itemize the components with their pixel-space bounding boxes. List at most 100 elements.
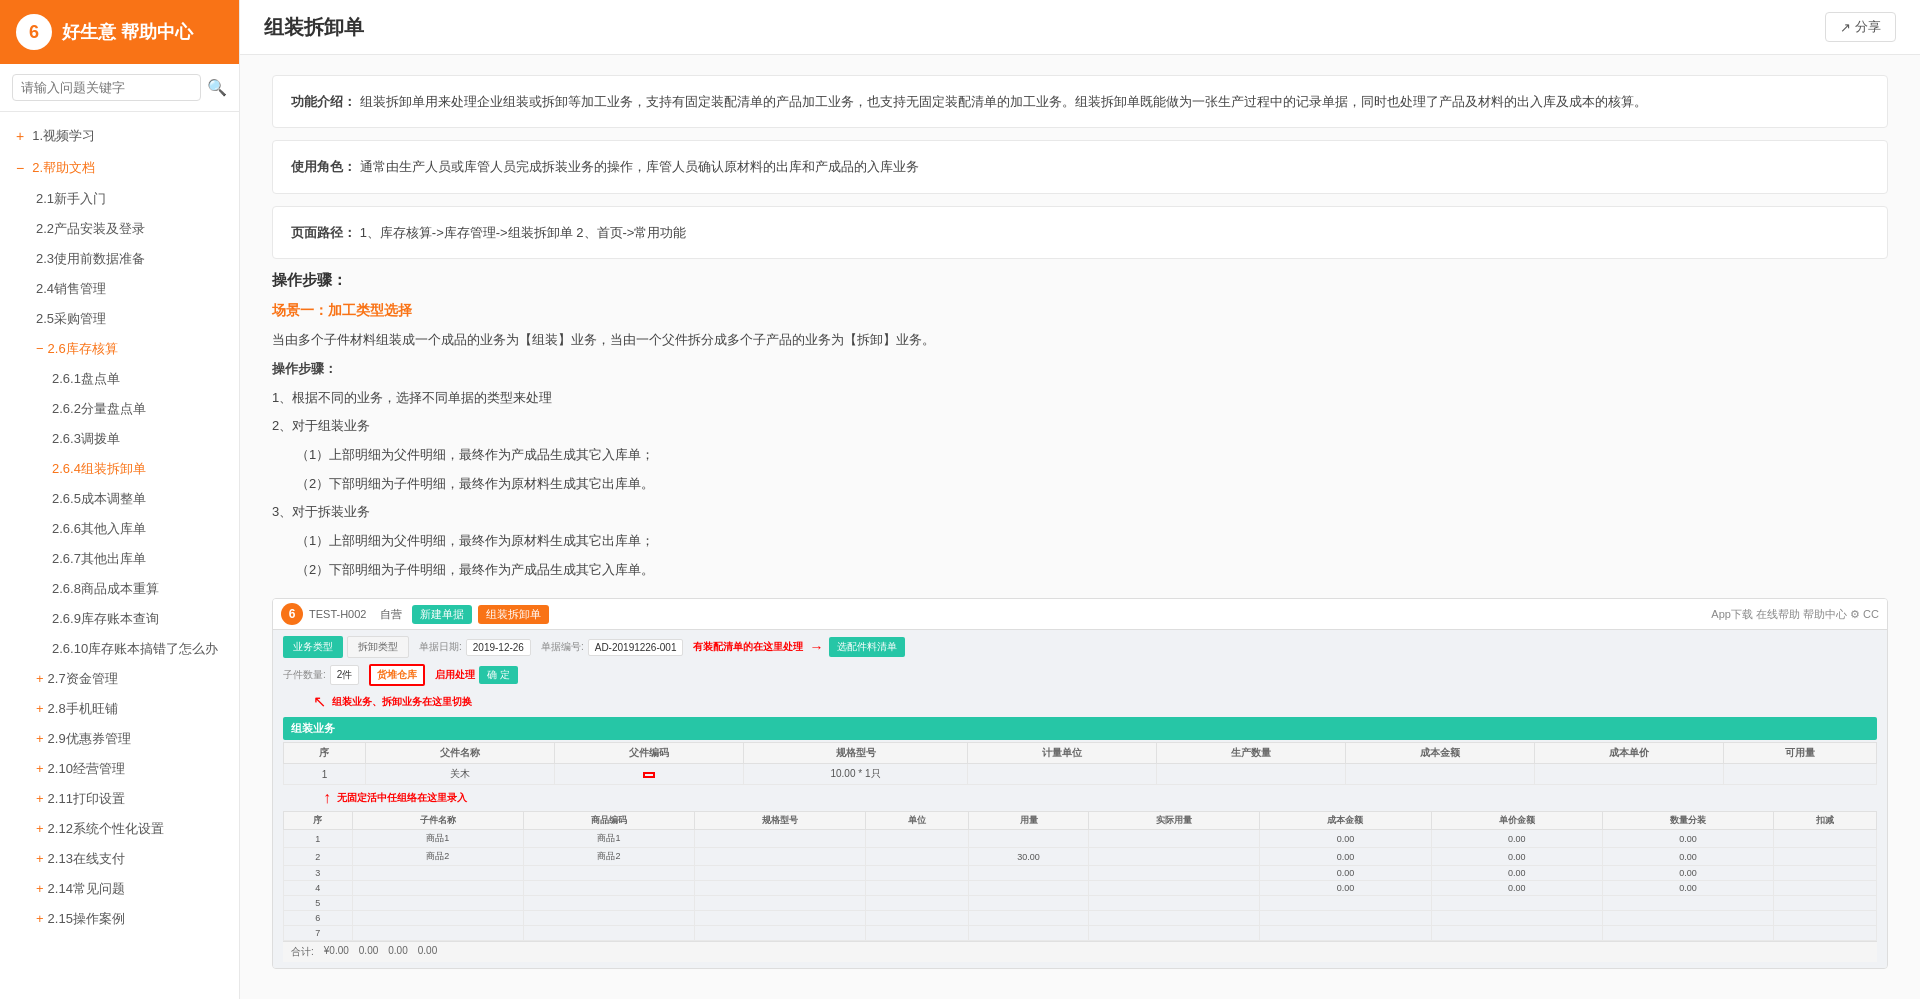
table-row: 4 0.000.000.00 [284,881,1877,896]
search-box: 🔍 [0,64,239,112]
step3-1: （1）上部明细为父件明细，最终作为原材料生成其它出库单； [272,529,1888,554]
sidebar-item-2-6-3[interactable]: 2.6.3调拨单 [0,424,239,454]
intro-box: 功能介绍： 组装拆卸单用来处理企业组装或拆卸等加工业务，支持有固定装配清单的产品… [272,75,1888,128]
mock-annotation4-text: 无固定活中任组络在这里录入 [337,791,467,805]
sidebar-item-2-2[interactable]: 2.2产品安装及登录 [0,214,239,244]
step2-2: （2）下部明细为子件明细，最终作为原材料生成其它出库单。 [272,472,1888,497]
mock-select-parts-btn[interactable]: 选配件料清单 [829,637,905,657]
sidebar-item-2-4[interactable]: 2.4销售管理 [0,274,239,304]
mock-cell-spec: 10.00 * 1只 [743,764,968,785]
sidebar-item-2-1[interactable]: 2.1新手入门 [0,184,239,214]
mock-col-cost-amt: 成本金额 [1346,743,1535,764]
mock-cell-qty [1157,764,1346,785]
mock-tab-newdoc[interactable]: 新建单据 [412,605,472,624]
sidebar-item-2-14[interactable]: +2.14常见问题 [0,874,239,904]
steps-title: 操作步骤： [272,271,1888,290]
mock-col-seq: 序 [284,743,366,764]
mock-annotation1-area: 有装配清单的在这里处理 → 选配件料清单 [693,637,1877,657]
sidebar-item-2-6-9[interactable]: 2.6.9库存账本查询 [0,604,239,634]
nav-tree: +1.视频学习 −2.帮助文档 2.1新手入门 2.2产品安装及登录 2.3使用… [0,112,239,999]
intro-label: 功能介绍： [291,94,356,109]
mock-col-parent-name: 父件名称 [365,743,554,764]
mock-ui: 6 TEST-H002 自营 新建单据 组装拆卸单 App下载 在线帮助 帮助中… [273,599,1887,968]
sidebar-item-2-5[interactable]: 2.5采购管理 [0,304,239,334]
mock-confirm-btn[interactable]: 确 定 [479,666,518,684]
sidebar-item-2-6-10[interactable]: 2.6.10库存账本搞错了怎么办 [0,634,239,664]
sidebar-item-2-3[interactable]: 2.3使用前数据准备 [0,244,239,274]
mock-annotation3-area: 启用处理 确 定 [435,666,1877,684]
steps-label: 操作步骤： [272,357,1888,382]
sidebar-item-2-6-4[interactable]: 2.6.4组装拆卸单 [0,454,239,484]
sidebar-item-2-13[interactable]: +2.13在线支付 [0,844,239,874]
sidebar-item-2-6-2[interactable]: 2.6.2分量盘点单 [0,394,239,424]
mock-warehouse-value[interactable]: 货堆仓库 [369,664,425,686]
sidebar-item-2-6[interactable]: −2.6库存核算 [0,334,239,364]
table-row: 6 [284,911,1877,926]
table-row: 1 关木 10.00 * 1只 [284,764,1877,785]
topbar: 组装拆卸单 ↗ 分享 [240,0,1920,55]
mock-section-header-upper: 组装业务 [283,717,1877,740]
mock-nav-tabs: 自营 新建单据 [372,605,472,624]
mock-tab-ziyng[interactable]: 自营 [372,605,410,624]
sidebar-item-2-9[interactable]: +2.9优惠券管理 [0,724,239,754]
mock-warehouse-field: 货堆仓库 [369,664,425,686]
search-input[interactable] [12,74,201,101]
sidebar-item-1[interactable]: +1.视频学习 [0,120,239,152]
mock-col-parent-code: 父件编码 [554,743,743,764]
sidebar-item-2[interactable]: −2.帮助文档 [0,152,239,184]
sidebar-title: 好生意 帮助中心 [62,20,193,44]
main: 组装拆卸单 ↗ 分享 功能介绍： 组装拆卸单用来处理企业组装或拆卸等加工业务，支… [240,0,1920,999]
mock-sub-col-unit: 单位 [866,812,969,830]
mock-sub-col-seq: 序 [284,812,353,830]
mock-num-label: 单据编号: [541,640,584,654]
page-title: 组装拆卸单 [264,14,364,41]
sidebar-item-2-6-1[interactable]: 2.6.1盘点单 [0,364,239,394]
sidebar-item-2-6-8[interactable]: 2.6.8商品成本重算 [0,574,239,604]
sidebar-item-2-10[interactable]: +2.10经营管理 [0,754,239,784]
mock-arrow2-icon: ↖ [313,692,326,711]
search-button[interactable]: 🔍 [207,78,227,97]
sidebar-item-2-15[interactable]: +2.15操作案例 [0,904,239,934]
mock-sub-col-unit-price: 单价金额 [1431,812,1602,830]
sidebar-item-2-7[interactable]: +2.7资金管理 [0,664,239,694]
mock-red-input[interactable] [643,772,655,778]
mock-col-avail: 可用量 [1723,743,1876,764]
mock-cell-unit [968,764,1157,785]
mock-footer-v1: 0.00 [359,945,378,959]
sidebar-item-2-12[interactable]: +2.12系统个性化设置 [0,814,239,844]
sidebar-item-2-6-5[interactable]: 2.6.5成本调整单 [0,484,239,514]
mock-num-value[interactable]: AD-20191226-001 [588,639,684,656]
content: 功能介绍： 组装拆卸单用来处理企业组装或拆卸等加工业务，支持有固定装配清单的产品… [240,55,1920,999]
path-text: 1、库存核算->库存管理->组装拆卸单 2、首页->常用功能 [360,225,687,240]
sidebar-item-2-6-6[interactable]: 2.6.6其他入库单 [0,514,239,544]
mock-annotation2-text: 组装业务、拆卸业务在这里切换 [332,695,472,709]
mock-footer-total: ¥0.00 [324,945,349,959]
mock-col-cost-unit: 成本单价 [1534,743,1723,764]
mock-upper-table: 序 父件名称 父件编码 规格型号 计量单位 生产数量 成本金额 成本单价 可用量 [283,742,1877,785]
mock-form-row1: 业务类型 拆卸类型 单据日期: 2019-12-26 单据编号: AD-2019… [283,636,1877,658]
mock-col-qty: 生产数量 [1157,743,1346,764]
mock-new-btn[interactable]: 组装拆卸单 [478,605,549,624]
mock-btn-disassembly[interactable]: 拆卸类型 [347,636,409,658]
mock-cell-avail [1723,764,1876,785]
scene1-title: 场景一：加工类型选择 [272,302,1888,320]
share-button[interactable]: ↗ 分享 [1825,12,1896,42]
mock-sub-col-split-qty: 数量分装 [1602,812,1773,830]
sidebar-item-2-8[interactable]: +2.8手机旺铺 [0,694,239,724]
mock-type-btns: 业务类型 拆卸类型 [283,636,409,658]
table-row: 7 [284,926,1877,941]
sidebar-item-2-11[interactable]: +2.11打印设置 [0,784,239,814]
mock-sub-col-qty: 用量 [969,812,1089,830]
sidebar-item-2-6-7[interactable]: 2.6.7其他出库单 [0,544,239,574]
mock-subnum-value[interactable]: 2件 [330,665,360,685]
mock-arrow4-icon: ↑ [323,789,331,807]
mock-btn-assembly[interactable]: 业务类型 [283,636,343,658]
role-box: 使用角色： 通常由生产人员或库管人员完成拆装业务的操作，库管人员确认原材料的出库… [272,140,1888,193]
intro-text: 组装拆卸单用来处理企业组装或拆卸等加工业务，支持有固定装配清单的产品加工业务，也… [360,94,1647,109]
mock-date-label: 单据日期: [419,640,462,654]
sidebar: 6 好生意 帮助中心 🔍 +1.视频学习 −2.帮助文档 2.1新手入门 2.2… [0,0,240,999]
mock-footer-v2: 0.00 [388,945,407,959]
mock-form-row2: 子件数量: 2件 货堆仓库 启用处理 确 定 [283,664,1877,686]
step2-1: （1）上部明细为父件明细，最终作为产成品生成其它入库单； [272,443,1888,468]
mock-date-value[interactable]: 2019-12-26 [466,639,531,656]
